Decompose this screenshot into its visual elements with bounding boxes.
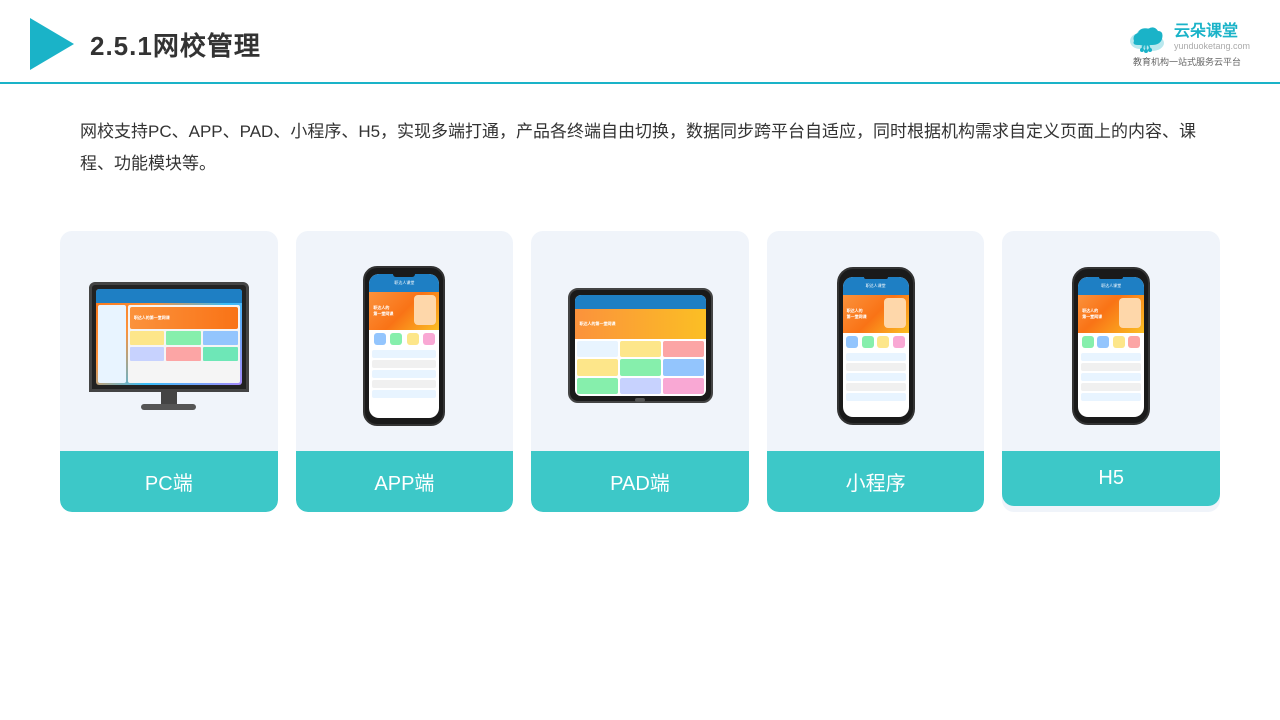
app-card: 职达人课堂 职达人的第一堂网课 <box>296 231 514 512</box>
mini-card-label: 小程序 <box>767 451 985 512</box>
h5-phone-notch <box>1099 275 1123 279</box>
mini-phone-outer: 职达人课堂 职达人的第一堂网课 <box>837 267 915 425</box>
pc-screen-inner: 职达人的第一堂网课 <box>96 289 242 385</box>
pc-mockup: 职达人的第一堂网课 <box>89 282 249 410</box>
page-title: 2.5.1网校管理 <box>90 26 261 63</box>
h5-phone-mockup: 职达人课堂 职达人的第一堂网课 <box>1072 267 1150 425</box>
mini-card: 职达人课堂 职达人的第一堂网课 <box>767 231 985 512</box>
pc-image-area: 职达人的第一堂网课 <box>60 231 278 451</box>
mini-phone-screen: 职达人课堂 职达人的第一堂网课 <box>843 277 909 417</box>
h5-image-area: 职达人课堂 职达人的第一堂网课 <box>1002 231 1220 451</box>
pc-card: 职达人的第一堂网课 <box>60 231 278 512</box>
logo-triangle-icon <box>30 18 74 70</box>
brand-logo: 云朵课堂 yunduoketang.com <box>1124 21 1250 53</box>
mini-phone-mockup: 职达人课堂 职达人的第一堂网课 <box>837 267 915 425</box>
platform-cards: 职达人的第一堂网课 <box>0 211 1280 542</box>
pad-tablet-screen: 职达人的第一堂网课 <box>575 295 706 396</box>
brand-name-text: 云朵课堂 yunduoketang.com <box>1174 22 1250 51</box>
mini-phone-notch <box>864 275 888 279</box>
app-phone-screen: 职达人课堂 职达人的第一堂网课 <box>369 274 439 418</box>
page-header: 2.5.1网校管理 云朵课堂 yunduoketang.com 教育机构一站式服… <box>0 0 1280 84</box>
app-phone-mockup: 职达人课堂 职达人的第一堂网课 <box>363 266 445 426</box>
brand-url: yunduoketang.com <box>1174 41 1250 51</box>
brand-logo-area: 云朵课堂 yunduoketang.com 教育机构一站式服务云平台 <box>1124 21 1250 68</box>
phone-notch <box>393 272 415 277</box>
mini-image-area: 职达人课堂 职达人的第一堂网课 <box>767 231 985 451</box>
app-phone-outer: 职达人课堂 职达人的第一堂网课 <box>363 266 445 426</box>
pc-screen-outer: 职达人的第一堂网课 <box>89 282 249 392</box>
pc-card-label: PC端 <box>60 451 278 512</box>
description-text: 网校支持PC、APP、PAD、小程序、H5，实现多端打通，产品各终端自由切换，数… <box>0 84 1280 201</box>
h5-phone-screen: 职达人课堂 职达人的第一堂网课 <box>1078 277 1144 417</box>
h5-card-label: H5 <box>1002 451 1220 506</box>
app-image-area: 职达人课堂 职达人的第一堂网课 <box>296 231 514 451</box>
pad-card-label: PAD端 <box>531 451 749 512</box>
brand-tagline: 教育机构一站式服务云平台 <box>1133 55 1241 68</box>
pad-tablet-outer: 职达人的第一堂网课 <box>568 288 713 403</box>
h5-card: 职达人课堂 职达人的第一堂网课 <box>1002 231 1220 512</box>
pad-tablet-mockup: 职达人的第一堂网课 <box>568 288 713 403</box>
header-left: 2.5.1网校管理 <box>30 18 261 70</box>
cloud-logo-icon <box>1124 21 1168 53</box>
pad-card: 职达人的第一堂网课 <box>531 231 749 512</box>
pad-image-area: 职达人的第一堂网课 <box>531 231 749 451</box>
h5-phone-outer: 职达人课堂 职达人的第一堂网课 <box>1072 267 1150 425</box>
app-card-label: APP端 <box>296 451 514 512</box>
